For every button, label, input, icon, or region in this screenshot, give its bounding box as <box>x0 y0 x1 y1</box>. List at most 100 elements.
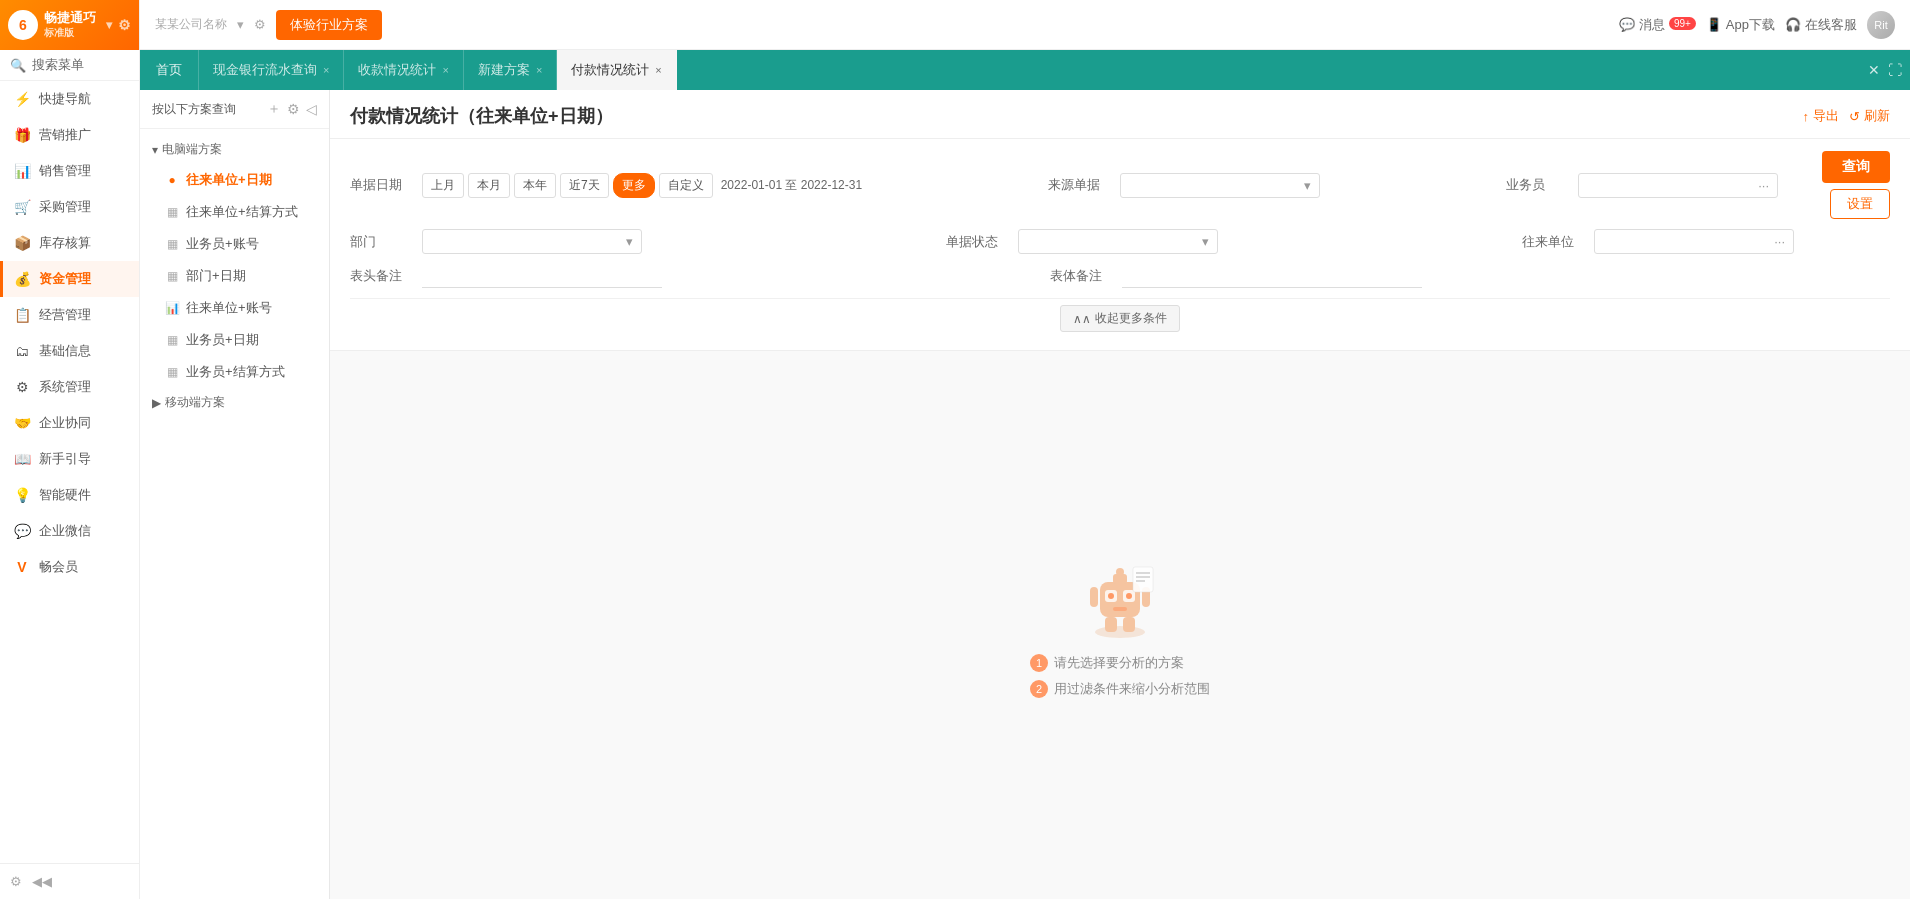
collapse-chevron-icon: ∧∧ <box>1073 312 1091 326</box>
app-download-btn[interactable]: 📱 App下载 <box>1706 16 1775 34</box>
schema-item-staff-payment[interactable]: ▦ 业务员+结算方式 <box>140 356 329 388</box>
hardware-icon: 💡 <box>13 486 31 504</box>
schema-item-staff-date-icon: ▦ <box>164 332 180 348</box>
partner-filter-label: 往来单位 <box>1522 233 1578 251</box>
schema-group-mobile: ▶ 移动端方案 <box>140 388 329 417</box>
message-icon: 💬 <box>1619 17 1635 32</box>
trial-button[interactable]: 体验行业方案 <box>276 10 382 40</box>
sidebar-item-vip[interactable]: V 畅会员 <box>0 549 139 585</box>
date-btn-custom[interactable]: 自定义 <box>659 173 713 198</box>
sidebar-item-marketing[interactable]: 🎁 营销推广 <box>0 117 139 153</box>
sidebar-search-item[interactable]: 🔍 搜索菜单 <box>0 50 139 81</box>
sidebar-item-guide[interactable]: 📖 新手引导 <box>0 441 139 477</box>
page-titlebar: 付款情况统计（往来单位+日期） ↑ 导出 ↺ 刷新 <box>330 90 1910 139</box>
schema-item-partner-payment-icon: ▦ <box>164 204 180 220</box>
dept-select[interactable]: ▾ <box>422 229 642 254</box>
empty-illustration <box>1075 552 1165 642</box>
add-scheme-icon[interactable]: ＋ <box>267 100 281 118</box>
filter-settings-button[interactable]: 设置 <box>1830 189 1890 219</box>
schema-item-dept-date[interactable]: ▦ 部门+日期 <box>140 260 329 292</box>
sidebar-chevron-icon[interactable]: ▾ <box>106 18 112 32</box>
tab-close-all-icon[interactable]: ✕ <box>1868 62 1880 78</box>
doc-status-select[interactable]: ▾ <box>1018 229 1218 254</box>
sidebar-item-wechat[interactable]: 💬 企业微信 <box>0 513 139 549</box>
schema-item-partner-payment[interactable]: ▦ 往来单位+结算方式 <box>140 196 329 228</box>
schema-group-desktop-title[interactable]: ▾ 电脑端方案 <box>140 135 329 164</box>
sidebar-item-capital[interactable]: 💰 资金管理 <box>0 261 139 297</box>
tab-receipt-stats-close-icon[interactable]: × <box>442 64 448 76</box>
tab-receipt-stats[interactable]: 收款情况统计 × <box>344 50 463 90</box>
schema-item-partner-account[interactable]: 📊 往来单位+账号 <box>140 292 329 324</box>
sidebar-settings-icon[interactable]: ⚙ <box>118 17 131 33</box>
source-select[interactable]: ▾ <box>1120 173 1320 198</box>
scheme-settings-icon[interactable]: ⚙ <box>287 101 300 117</box>
sidebar-item-hardware[interactable]: 💡 智能硬件 <box>0 477 139 513</box>
sidebar-item-label: 资金管理 <box>39 270 91 288</box>
tab-payment-stats[interactable]: 付款情况统计 × <box>557 50 676 90</box>
tab-bank-flow[interactable]: 现金银行流水查询 × <box>199 50 344 90</box>
schema-item-staff-account[interactable]: ▦ 业务员+账号 <box>140 228 329 260</box>
sidebar-item-label: 企业微信 <box>39 522 91 540</box>
schema-item-staff-date[interactable]: ▦ 业务员+日期 <box>140 324 329 356</box>
header-note-input[interactable] <box>422 264 662 288</box>
cooperation-icon: 🤝 <box>13 414 31 432</box>
online-service-label: 在线客服 <box>1805 16 1857 34</box>
schema-item-partner-date[interactable]: ● 往来单位+日期 <box>140 164 329 196</box>
topbar-gear-icon[interactable]: ⚙ <box>254 17 266 32</box>
date-btn-7days[interactable]: 近7天 <box>560 173 609 198</box>
sidebar-item-system[interactable]: ⚙ 系统管理 <box>0 369 139 405</box>
topbar-chevron-icon[interactable]: ▾ <box>237 17 244 32</box>
sidebar-item-operations[interactable]: 📋 经营管理 <box>0 297 139 333</box>
empty-tip-2-label: 用过滤条件来缩小分析范围 <box>1054 680 1210 698</box>
sidebar-collapse-icon[interactable]: ◀◀ <box>32 874 52 889</box>
staff-select[interactable]: ··· <box>1578 173 1778 198</box>
collapse-button[interactable]: ∧∧ 收起更多条件 <box>1060 305 1180 332</box>
tabbar: 首页 现金银行流水查询 × 收款情况统计 × 新建方案 × 付款情况统计 × ✕… <box>140 50 1910 90</box>
quick-nav-icon: ⚡ <box>13 90 31 108</box>
message-label: 消息 <box>1639 16 1665 34</box>
tab-home[interactable]: 首页 <box>140 50 199 90</box>
partner-dots-icon[interactable]: ··· <box>1774 234 1785 249</box>
date-btn-last-month[interactable]: 上月 <box>422 173 464 198</box>
date-options-group: 上月 本月 本年 近7天 更多 自定义 2022-01-01 至 2022-12… <box>422 173 862 198</box>
tab-fullscreen-icon[interactable]: ⛶ <box>1888 62 1902 78</box>
date-btn-more[interactable]: 更多 <box>613 173 655 198</box>
sidebar-item-cooperation[interactable]: 🤝 企业协同 <box>0 405 139 441</box>
refresh-button[interactable]: ↺ 刷新 <box>1849 107 1890 125</box>
sidebar-settings-footer-icon[interactable]: ⚙ <box>10 874 22 889</box>
sidebar-item-basic-info[interactable]: 🗂 基础信息 <box>0 333 139 369</box>
online-service-btn[interactable]: 🎧 在线客服 <box>1785 16 1857 34</box>
query-button[interactable]: 查询 <box>1822 151 1890 183</box>
sidebar-item-inventory[interactable]: 📦 库存核算 <box>0 225 139 261</box>
source-filter-label: 来源单据 <box>1048 176 1104 194</box>
user-avatar[interactable]: Rit <box>1867 11 1895 39</box>
tab-new-scheme-close-icon[interactable]: × <box>536 64 542 76</box>
sidebar-item-sales[interactable]: 📊 销售管理 <box>0 153 139 189</box>
sidebar-item-label: 经营管理 <box>39 306 91 324</box>
sidebar-item-purchase[interactable]: 🛒 采购管理 <box>0 189 139 225</box>
date-btn-this-year[interactable]: 本年 <box>514 173 556 198</box>
sidebar-item-quick-nav[interactable]: ⚡ 快捷导航 <box>0 81 139 117</box>
app-logo: 6 <box>8 10 38 40</box>
tab-payment-stats-close-icon[interactable]: × <box>655 64 661 76</box>
body-note-input[interactable] <box>1122 264 1422 288</box>
tab-new-scheme[interactable]: 新建方案 × <box>464 50 557 90</box>
filter-row-2: 部门 ▾ 单据状态 ▾ 往来单位 ··· <box>350 229 1890 254</box>
schema-group-mobile-title[interactable]: ▶ 移动端方案 <box>140 388 329 417</box>
staff-dots-icon[interactable]: ··· <box>1758 178 1769 193</box>
date-btn-this-month[interactable]: 本月 <box>468 173 510 198</box>
tab-bank-flow-close-icon[interactable]: × <box>323 64 329 76</box>
partner-select[interactable]: ··· <box>1594 229 1794 254</box>
sidebar-item-label: 采购管理 <box>39 198 91 216</box>
schema-item-dept-date-icon: ▦ <box>164 268 180 284</box>
doc-status-chevron-icon: ▾ <box>1202 234 1209 249</box>
sidebar-item-label: 智能硬件 <box>39 486 91 504</box>
export-label: 导出 <box>1813 107 1839 125</box>
dept-filter-label: 部门 <box>350 233 406 251</box>
collapse-row: ∧∧ 收起更多条件 <box>350 298 1890 338</box>
message-btn[interactable]: 💬 消息 99+ <box>1619 16 1696 34</box>
right-panel: 付款情况统计（往来单位+日期） ↑ 导出 ↺ 刷新 单据日期 <box>330 90 1910 899</box>
export-button[interactable]: ↑ 导出 <box>1803 107 1840 125</box>
sidebar-search-label: 搜索菜单 <box>32 56 84 74</box>
left-panel-collapse-icon[interactable]: ◁ <box>306 101 317 117</box>
